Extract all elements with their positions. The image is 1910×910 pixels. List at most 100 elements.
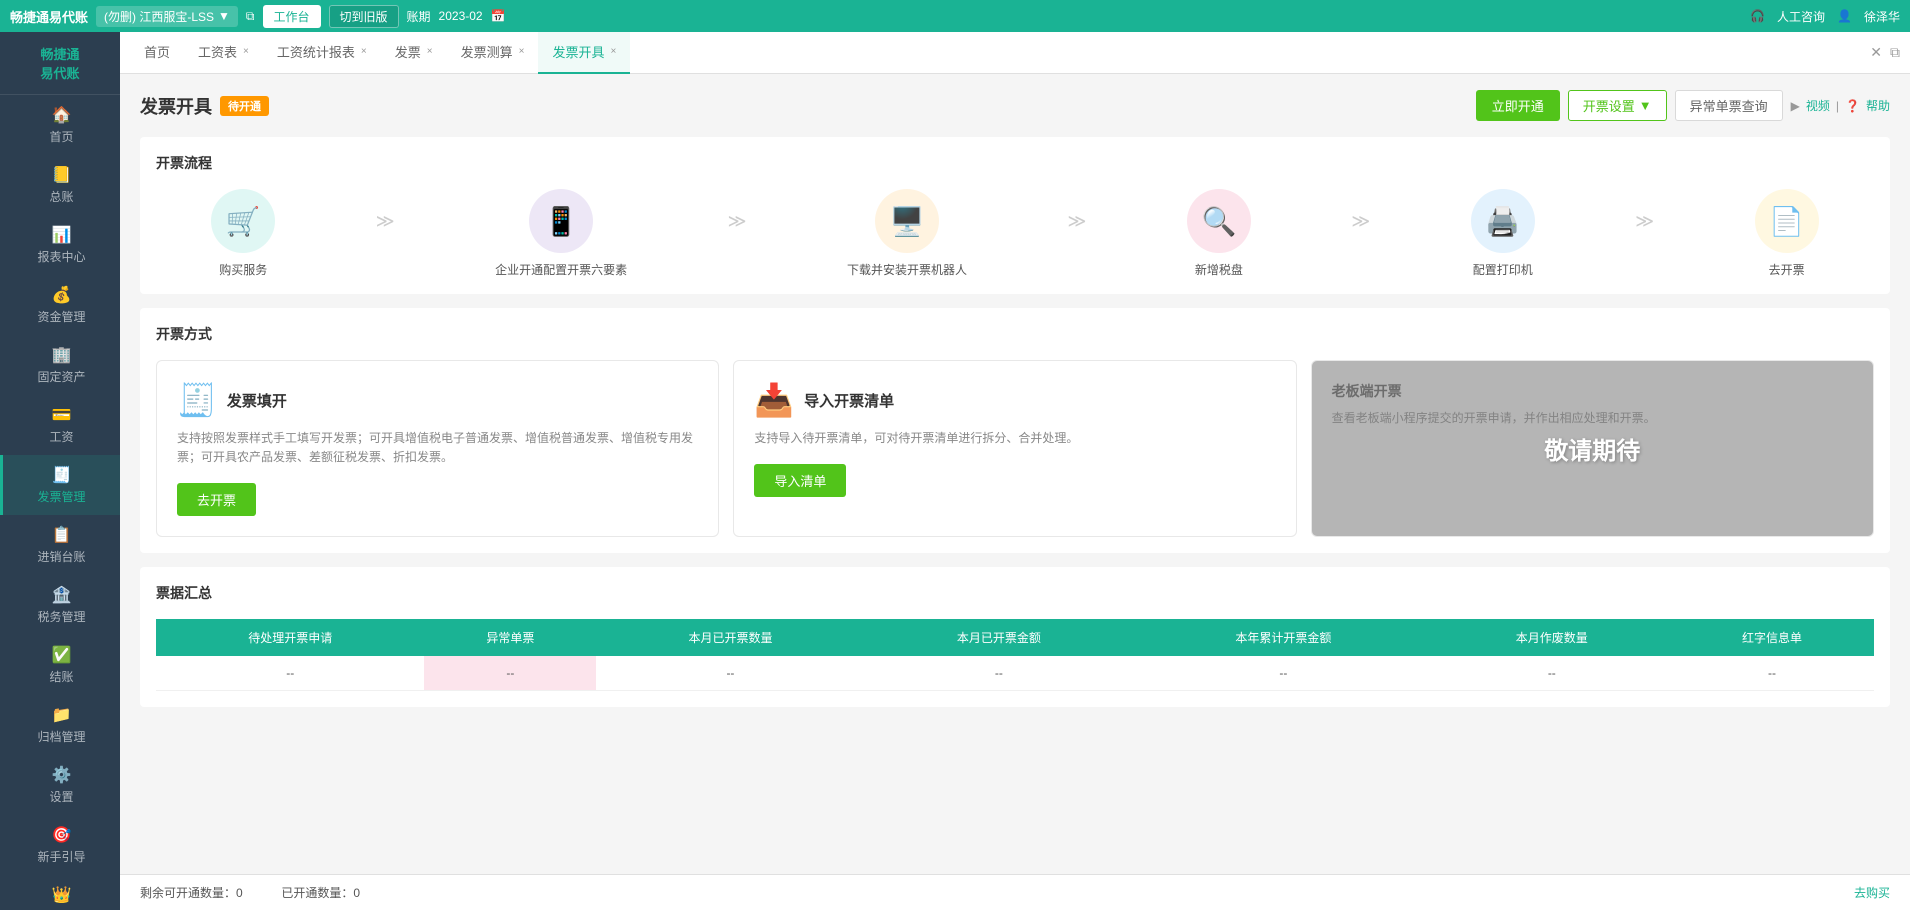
member-icon: 👑 — [52, 885, 72, 905]
sidebar-logo: 畅捷通易代账 — [0, 32, 120, 95]
sidebar-item-purchase[interactable]: 📋 进销台账 — [0, 515, 120, 575]
tab-home[interactable]: 首页 — [130, 32, 184, 74]
step-arrow-5: ≫ — [1635, 211, 1654, 232]
tab-salaryreport[interactable]: 工资统计报表 × — [263, 32, 381, 74]
workstation-btn[interactable]: 工作台 — [263, 5, 321, 28]
footer-divider — [256, 886, 268, 900]
tab-invoicetool-close[interactable]: × — [610, 46, 616, 57]
process-steps: 🛒 购买服务 ≫ 📱 企业开通配置开票六要素 ≫ 🖥️ 下载并安装开票机器人 ≫ — [156, 189, 1874, 278]
support-label[interactable]: 人工咨询 — [1777, 8, 1825, 25]
sidebar-item-tax[interactable]: 🏦 税务管理 — [0, 575, 120, 635]
newguide-icon: 🎯 — [52, 825, 72, 845]
process-step-setup[interactable]: 📱 企业开通配置开票六要素 — [495, 189, 627, 278]
download-label: 下载并安装开票机器人 — [847, 261, 967, 278]
tab-salary-close[interactable]: × — [243, 46, 249, 57]
abnormal-query-btn[interactable]: 异常单票查询 — [1675, 90, 1783, 121]
top-bar-right: 🎧 人工咨询 👤 徐泽华 — [1750, 8, 1900, 25]
page-title-area: 发票开具 待开通 — [140, 93, 269, 119]
open-settings-btn[interactable]: 开票设置 ▼ — [1568, 90, 1667, 121]
buy-service-icon: 🛒 — [211, 189, 275, 253]
sidebar-item-newguide-label: 新手引导 — [37, 848, 85, 865]
sidebar-item-ledger[interactable]: 📒 总账 — [0, 155, 120, 215]
open-now-btn[interactable]: 立即开通 — [1476, 90, 1560, 121]
help-icon: ❓ — [1845, 99, 1860, 113]
old-version-btn[interactable]: 切到旧版 — [329, 5, 399, 28]
tab-invoice[interactable]: 发票 × — [381, 32, 447, 74]
sidebar-item-member[interactable]: 👑 畅会员 — [0, 875, 120, 910]
coming-soon-overlay: 敬请期待 — [1312, 361, 1873, 536]
purchase-icon: 📋 — [52, 525, 72, 545]
manual-invoice-title: 发票填开 — [227, 390, 287, 411]
support-icon: 🎧 — [1750, 9, 1765, 23]
setup-icon: 📱 — [529, 189, 593, 253]
video-label[interactable]: 视频 — [1806, 97, 1830, 114]
col-year-amount: 本年累计开票金额 — [1133, 619, 1434, 656]
tab-close-all-icon[interactable]: ✕ — [1870, 44, 1882, 61]
home-icon: 🏠 — [52, 105, 72, 125]
cell-pending[interactable]: -- — [156, 656, 424, 691]
help-area: ▶ 视频 | ❓ 帮助 — [1791, 97, 1890, 114]
sidebar-item-settlement-label: 结账 — [49, 668, 73, 685]
process-step-printer[interactable]: 🖨️ 配置打印机 — [1471, 189, 1535, 278]
tab-invoice-close[interactable]: × — [427, 46, 433, 57]
opened-label: 已开通数量：0 — [281, 886, 360, 900]
printer-icon: 🖨️ — [1471, 189, 1535, 253]
goto-manual-invoice-btn[interactable]: 去开票 — [177, 483, 256, 516]
process-step-issue[interactable]: 📄 去开票 — [1755, 189, 1819, 278]
col-abnormal: 异常单票 — [424, 619, 596, 656]
sidebar: 畅捷通易代账 🏠 首页 📒 总账 📊 报表中心 💰 资金管理 🏢 固定资产 💳 … — [0, 32, 120, 910]
sidebar-item-invoice[interactable]: 🧾 发票管理 — [0, 455, 120, 515]
sidebar-item-home[interactable]: 🏠 首页 — [0, 95, 120, 155]
sidebar-item-payroll-label: 工资 — [49, 428, 73, 445]
company-dropdown-icon[interactable]: ▼ — [218, 9, 230, 23]
sidebar-item-reports-label: 报表中心 — [37, 248, 85, 265]
sidebar-item-capital[interactable]: 💰 资金管理 — [0, 275, 120, 335]
sidebar-item-archive[interactable]: 📁 归档管理 — [0, 695, 120, 755]
method-section: 开票方式 🧾 发票填开 支持按照发票样式手工填写开发票；可开具增值税电子普通发票… — [140, 308, 1890, 553]
process-step-buy[interactable]: 🛒 购买服务 — [211, 189, 275, 278]
payroll-icon: 💳 — [52, 405, 72, 425]
method-section-title: 开票方式 — [156, 324, 1874, 344]
tab-salaryreport-close[interactable]: × — [361, 46, 367, 57]
tab-invoice-label: 发票 — [395, 42, 421, 61]
method-card-import: 📥 导入开票清单 支持导入待开票清单，可对待开票清单进行拆分、合并处理。 导入清… — [733, 360, 1296, 537]
calendar-icon[interactable]: 📅 — [491, 9, 506, 23]
manual-invoice-icon: 🧾 — [177, 381, 217, 419]
invoice-icon: 🧾 — [52, 465, 72, 485]
sidebar-item-newguide[interactable]: 🎯 新手引导 — [0, 815, 120, 875]
tab-invoicecalc-close[interactable]: × — [519, 46, 525, 57]
cell-abnormal[interactable]: -- — [424, 656, 596, 691]
capital-icon: 💰 — [52, 285, 72, 305]
summary-table: 待处理开票申请 异常单票 本月已开票数量 本月已开票金额 本年累计开票金额 本月… — [156, 619, 1874, 691]
goto-import-invoice-btn[interactable]: 导入清单 — [754, 464, 846, 497]
setup-label: 企业开通配置开票六要素 — [495, 261, 627, 278]
help-label[interactable]: 帮助 — [1866, 97, 1890, 114]
process-step-download[interactable]: 🖥️ 下载并安装开票机器人 — [847, 189, 967, 278]
company-selector[interactable]: (勿删) 江西服宝-LSS ▼ — [96, 6, 238, 27]
page-title-row: 发票开具 待开通 立即开通 开票设置 ▼ 异常单票查询 ▶ 视频 | ❓ — [140, 90, 1890, 121]
sidebar-item-payroll[interactable]: 💳 工资 — [0, 395, 120, 455]
process-step-taxdisk[interactable]: 🔍 新增税盘 — [1187, 189, 1251, 278]
period-value[interactable]: 2023-02 — [439, 9, 483, 23]
tab-restore-icon[interactable]: ⧉ — [1890, 44, 1900, 61]
sidebar-item-reports[interactable]: 📊 报表中心 — [0, 215, 120, 275]
buy-link[interactable]: 去购买 — [1854, 884, 1890, 901]
method-card-import-header: 📥 导入开票清单 — [754, 381, 1275, 419]
tab-salary-label: 工资表 — [198, 42, 237, 61]
cell-red-note: -- — [1670, 656, 1874, 691]
status-badge: 待开通 — [220, 96, 269, 116]
tab-invoicetool[interactable]: 发票开具 × — [538, 32, 630, 74]
tab-salary[interactable]: 工资表 × — [184, 32, 263, 74]
page-title-actions: 立即开通 开票设置 ▼ 异常单票查询 ▶ 视频 | ❓ 帮助 — [1476, 90, 1890, 121]
sidebar-item-settings-label: 设置 — [49, 788, 73, 805]
open-settings-arrow: ▼ — [1639, 98, 1652, 113]
step-arrow-1: ≫ — [376, 211, 395, 232]
page-footer: 剩余可开通数量：0 已开通数量：0 去购买 — [120, 874, 1910, 910]
tab-invoicecalc[interactable]: 发票测算 × — [447, 32, 539, 74]
copy-icon[interactable]: ⧉ — [246, 9, 255, 24]
step-arrow-2: ≫ — [728, 211, 747, 232]
sidebar-item-assets[interactable]: 🏢 固定资产 — [0, 335, 120, 395]
sidebar-item-settings[interactable]: ⚙️ 设置 — [0, 755, 120, 815]
sidebar-item-settlement[interactable]: ✅ 结账 — [0, 635, 120, 695]
user-name[interactable]: 徐泽华 — [1864, 8, 1900, 25]
